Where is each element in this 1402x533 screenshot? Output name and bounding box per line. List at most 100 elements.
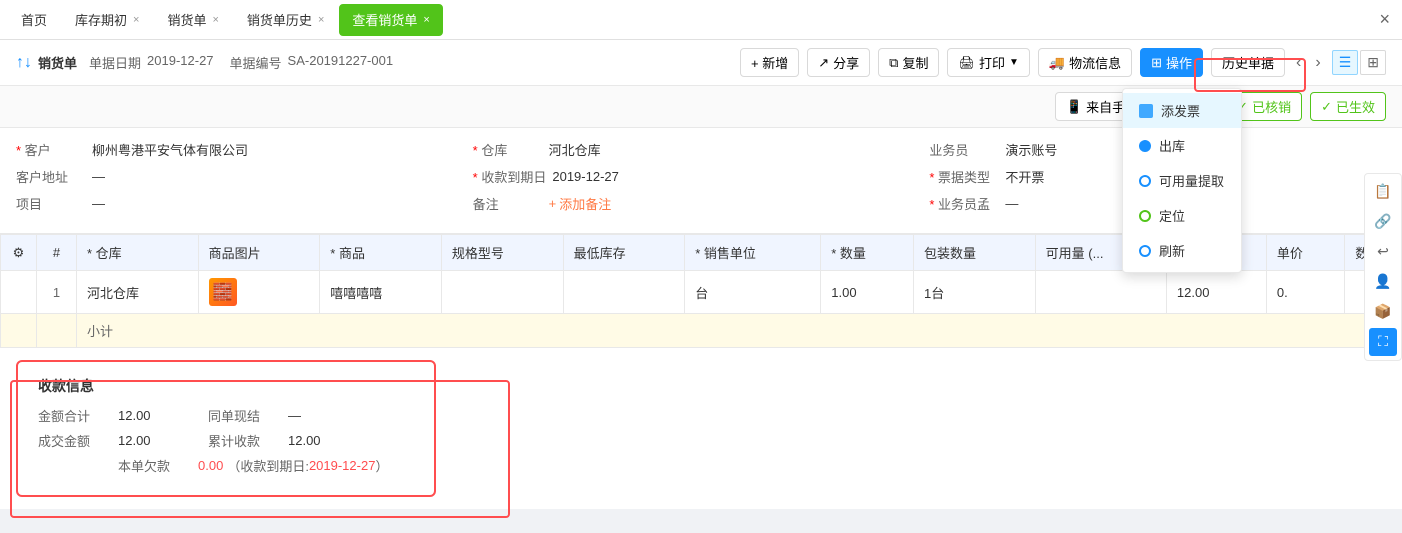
confirm-label: 已核销 — [1252, 97, 1291, 116]
window-close-button[interactable]: × — [1375, 5, 1394, 34]
doc-no-label: 单据编号 — [230, 53, 282, 72]
available-icon — [1139, 175, 1151, 187]
copy-button[interactable]: ⧉ 复制 — [878, 48, 939, 77]
doc-actions: + 新增 ↗ 分享 ⧉ 复制 🖨 打印 ▼ 🚚 物流信息 ⊞ 操作 — [740, 48, 1386, 77]
col-qty: * 数量 — [821, 235, 914, 271]
sidebar-icon-4[interactable]: 👤 — [1369, 268, 1397, 296]
print-button[interactable]: 🖨 打印 ▼ — [947, 48, 1029, 77]
doc-title: ↑↓ 销货单 — [16, 53, 77, 72]
dropdown-item-locate[interactable]: 定位 — [1123, 198, 1241, 233]
total-label: 金额合计 — [38, 406, 118, 425]
doc-meta: 单据日期 2019-12-27 单据编号 SA-20191227-001 — [89, 53, 393, 72]
col-pack-qty: 包装数量 — [914, 235, 1036, 271]
sidebar-icon-3[interactable]: ↩ — [1369, 238, 1397, 266]
tab-sales[interactable]: 销货单 × — [154, 4, 231, 36]
share-button[interactable]: ↗ 分享 — [807, 48, 870, 77]
dropdown-item-invoice[interactable]: 添发票 — [1123, 93, 1241, 128]
cell-warehouse: 河北仓库 — [77, 271, 199, 314]
tab-sales-close[interactable]: × — [212, 14, 218, 26]
operate-icon: ⊞ — [1151, 55, 1162, 71]
dropdown-item-outbound[interactable]: 出库 — [1123, 128, 1241, 163]
total-value: 12.00 — [118, 408, 178, 423]
doc-header: ↑↓ 销货单 单据日期 2019-12-27 单据编号 SA-20191227-… — [0, 40, 1402, 86]
sidebar-icon-5[interactable]: 📦 — [1369, 298, 1397, 326]
new-button[interactable]: + 新增 — [740, 48, 799, 77]
product-thumb-icon: 🧱 — [213, 282, 233, 302]
address-value: — — [92, 169, 105, 184]
right-sidebar: 📋 🔗 ↩ 👤 📦 ⛶ — [1364, 173, 1402, 361]
warehouse-field: 仓库 河北仓库 — [473, 140, 930, 159]
dropdown-item-refresh-label: 刷新 — [1159, 241, 1185, 260]
staff-label: 业务员 — [929, 140, 999, 159]
doc-title-text: 销货单 — [38, 53, 77, 72]
operate-label: 操作 — [1166, 53, 1192, 72]
project-label: 项目 — [16, 194, 86, 213]
effective-button[interactable]: ✓ 已生效 — [1310, 92, 1386, 121]
dropdown-item-available[interactable]: 可用量提取 — [1123, 163, 1241, 198]
subtotal-row: 小计 — [1, 314, 1402, 348]
subtotal-label: 小计 — [77, 314, 1402, 348]
col-min-stock: 最低库存 — [563, 235, 685, 271]
cell-pack-qty: 1台 — [914, 271, 1036, 314]
payment-info: 收款信息 金额合计 12.00 同单现结 — 成交金额 12.00 累计收款 1… — [16, 360, 436, 497]
staff2-label: 业务员孟 — [929, 194, 999, 213]
doc-title-icon: ↑↓ — [16, 54, 32, 72]
cell-gear — [1, 271, 37, 314]
tab-sales-history[interactable]: 销货单历史 × — [234, 4, 337, 36]
col-spec: 规格型号 — [441, 235, 563, 271]
customer-field: 客户 柳州粤港平安气体有限公司 — [16, 140, 473, 159]
tab-view-sales-close[interactable]: × — [423, 14, 429, 26]
prev-button[interactable]: ‹ — [1293, 54, 1304, 72]
effective-icon: ✓ — [1321, 99, 1332, 115]
note-label: 备注 — [473, 194, 543, 213]
cell-qty: 1.00 — [821, 271, 914, 314]
note-field: 备注 + 添加备注 — [473, 194, 930, 213]
next-button[interactable]: › — [1312, 54, 1323, 72]
dropdown-item-outbound-label: 出库 — [1159, 136, 1185, 155]
due-date-value: 2019-12-27 — [552, 169, 619, 184]
list-view-button[interactable]: ☰ — [1332, 50, 1359, 75]
owed-label: 本单欠款 — [118, 456, 198, 475]
cell-available — [1035, 271, 1166, 314]
cumulative-label: 累计收款 — [208, 431, 288, 450]
tab-home-label: 首页 — [21, 10, 47, 29]
doc-date-value: 2019-12-27 — [147, 53, 214, 72]
same-order-value: — — [288, 408, 301, 423]
history-button[interactable]: 历史单据 — [1211, 48, 1285, 77]
subtotal-num — [37, 314, 77, 348]
due-date-label: 收款到期日 — [473, 167, 547, 186]
print-label: 打印 — [979, 53, 1005, 72]
view-toggle: ☰ ⊞ — [1332, 50, 1386, 75]
tab-sales-history-label: 销货单历史 — [247, 10, 312, 29]
share-label: 分享 — [833, 53, 859, 72]
operate-button[interactable]: ⊞ 操作 — [1140, 48, 1203, 77]
warehouse-value: 河北仓库 — [549, 140, 601, 159]
add-note-button[interactable]: + 添加备注 — [549, 194, 612, 213]
doc-no-field: 单据编号 SA-20191227-001 — [230, 53, 394, 72]
logistics-button[interactable]: 🚚 物流信息 — [1038, 48, 1132, 77]
warehouse-label: 仓库 — [473, 140, 543, 159]
owed-date: 2019-12-27 — [309, 458, 376, 473]
sidebar-icon-2[interactable]: 🔗 — [1369, 208, 1397, 236]
project-value: — — [92, 196, 105, 211]
sidebar-icon-1[interactable]: 📋 — [1369, 178, 1397, 206]
sidebar-icon-6[interactable]: ⛶ — [1369, 328, 1397, 356]
due-date-field: 收款到期日 2019-12-27 — [473, 167, 930, 186]
tab-sales-history-close[interactable]: × — [318, 14, 324, 26]
tab-inventory[interactable]: 库存期初 × — [62, 4, 152, 36]
tab-home[interactable]: 首页 — [8, 4, 60, 36]
history-label: 历史单据 — [1222, 53, 1274, 72]
tab-inventory-close[interactable]: × — [133, 14, 139, 26]
col-gear[interactable]: ⚙ — [1, 235, 37, 271]
staff2-value: — — [1005, 196, 1018, 211]
tab-view-sales[interactable]: 查看销货单 × — [339, 4, 442, 36]
staff-value: 演示账号 — [1005, 140, 1057, 159]
cell-unit: 台 — [685, 271, 821, 314]
grid-view-button[interactable]: ⊞ — [1360, 50, 1386, 75]
cell-spec — [441, 271, 563, 314]
dropdown-item-refresh[interactable]: 刷新 — [1123, 233, 1241, 268]
payment-row-3: 本单欠款 0.00 （收款到期日: 2019-12-27 ） — [38, 456, 414, 475]
col-warehouse: * 仓库 — [77, 235, 199, 271]
table-row: 1 河北仓库 🧱 嘻嘻嘻嘻 台 1.00 1台 12.00 0. — [1, 271, 1402, 314]
col-image: 商品图片 — [198, 235, 320, 271]
